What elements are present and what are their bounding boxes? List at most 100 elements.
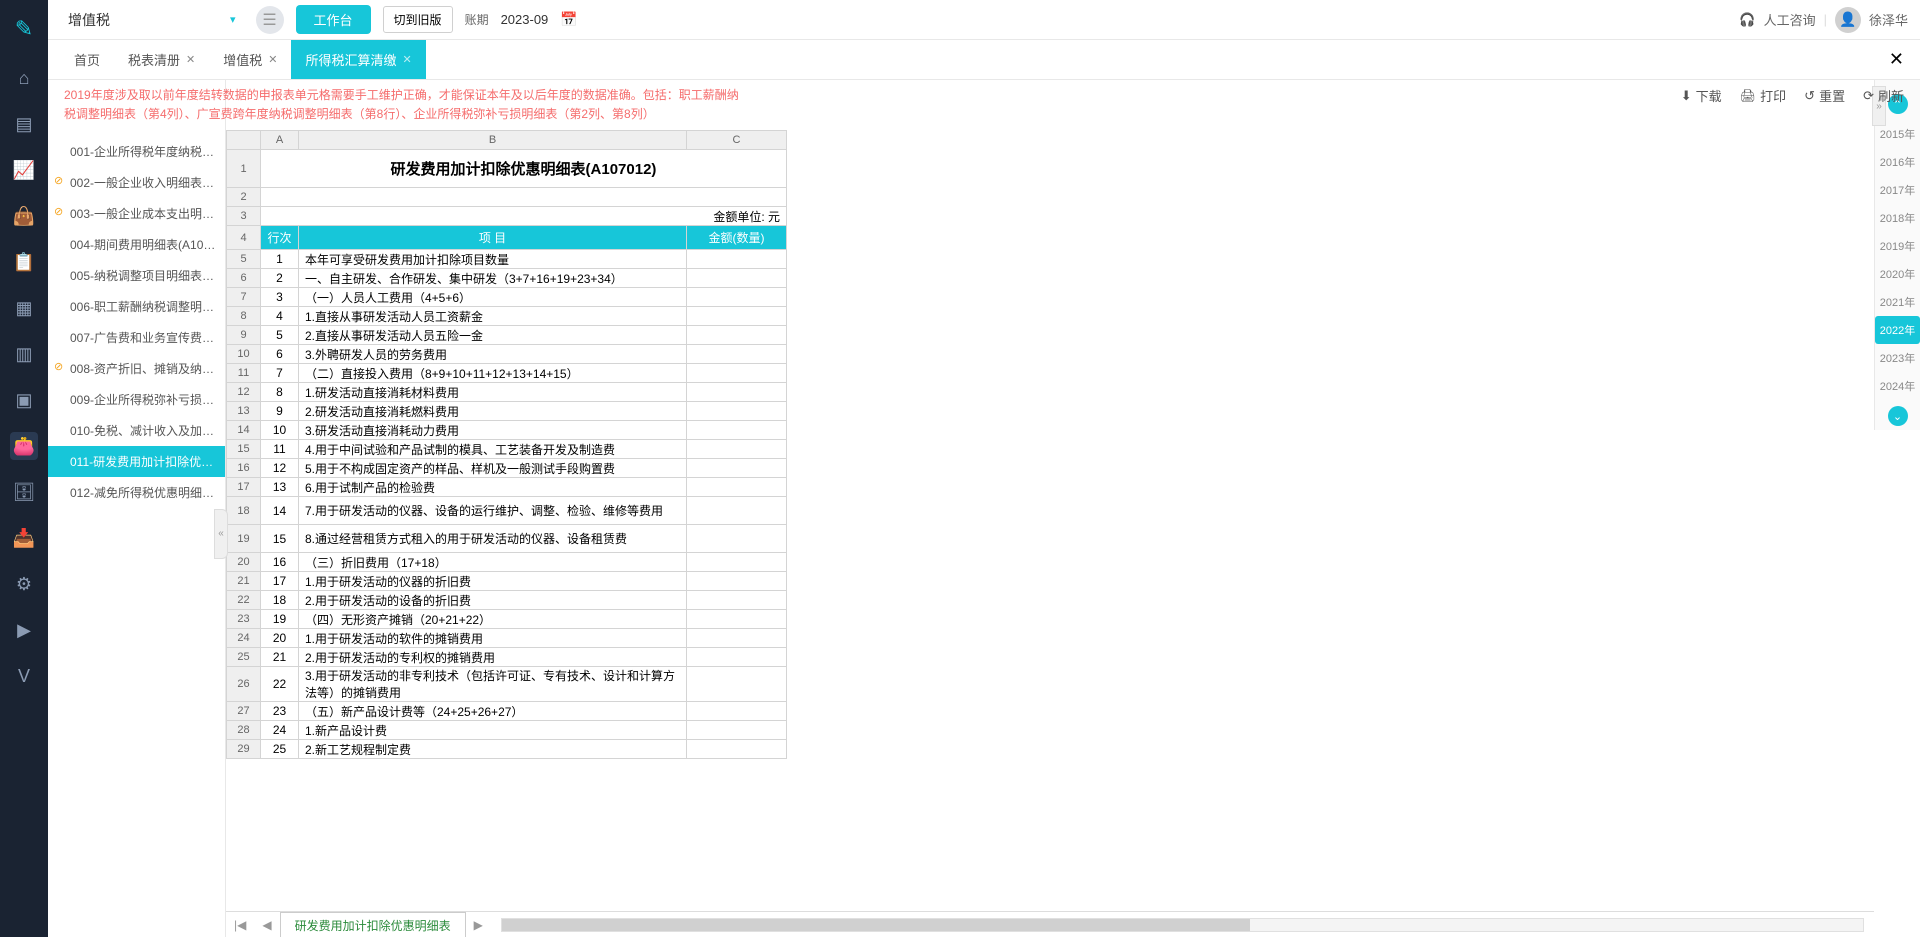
amount-cell[interactable] bbox=[687, 364, 787, 383]
username[interactable]: 徐泽华 bbox=[1869, 10, 1908, 29]
row-num: 15 bbox=[261, 525, 299, 553]
nav-calendar-icon[interactable]: ▣ bbox=[10, 386, 38, 414]
workbench-button[interactable]: 工作台 bbox=[296, 5, 371, 34]
row-item: 2.直接从事研发活动人员五险一金 bbox=[299, 326, 687, 345]
sheet-prev-icon[interactable]: ◀ bbox=[254, 918, 279, 932]
amount-cell[interactable] bbox=[687, 740, 787, 759]
nav-chart-icon[interactable]: 📈 bbox=[10, 156, 38, 184]
reset-button[interactable]: ↺重置 bbox=[1804, 86, 1845, 105]
tax-type-select[interactable]: 增值税 ▾ bbox=[60, 6, 244, 34]
amount-cell[interactable] bbox=[687, 721, 787, 740]
nav-archive-icon[interactable]: 🗄 bbox=[10, 478, 38, 506]
amount-cell[interactable] bbox=[687, 702, 787, 721]
row-item: （四）无形资产摊销（20+21+22） bbox=[299, 610, 687, 629]
form-item-5[interactable]: 006-职工薪酬纳税调整明细... bbox=[48, 291, 225, 322]
nav-v-icon[interactable]: V bbox=[10, 662, 38, 690]
amount-cell[interactable] bbox=[687, 591, 787, 610]
form-item-11[interactable]: 012-减免所得税优惠明细表(... bbox=[48, 477, 225, 508]
sheet-next-icon[interactable]: ▶ bbox=[466, 918, 491, 932]
nav-doc-icon[interactable]: ▤ bbox=[10, 110, 38, 138]
nav-settings-icon[interactable]: ⚙ bbox=[10, 570, 38, 598]
menu-button[interactable]: ☰ bbox=[256, 6, 284, 34]
year-down-icon[interactable]: ⌄ bbox=[1888, 406, 1908, 426]
user-avatar[interactable]: 👤 bbox=[1835, 7, 1861, 33]
spreadsheet-grid[interactable]: ABC1研发费用加计扣除优惠明细表(A107012)23金额单位: 元4行次项 … bbox=[226, 130, 1874, 911]
col-amount: 金额(数量) bbox=[687, 226, 787, 250]
year-2021年[interactable]: 2021年 bbox=[1875, 288, 1920, 316]
year-2019年[interactable]: 2019年 bbox=[1875, 232, 1920, 260]
year-2018年[interactable]: 2018年 bbox=[1875, 204, 1920, 232]
amount-cell[interactable] bbox=[687, 610, 787, 629]
amount-cell[interactable] bbox=[687, 307, 787, 326]
amount-cell[interactable] bbox=[687, 250, 787, 269]
form-item-10[interactable]: 011-研发费用加计扣除优惠... bbox=[48, 446, 225, 477]
sheet-first-icon[interactable]: |◀ bbox=[226, 918, 254, 932]
year-2017年[interactable]: 2017年 bbox=[1875, 176, 1920, 204]
nav-clipboard-icon[interactable]: 📋 bbox=[10, 248, 38, 276]
nav-home-icon[interactable]: ⌂ bbox=[10, 64, 38, 92]
amount-cell[interactable] bbox=[687, 478, 787, 497]
year-2023年[interactable]: 2023年 bbox=[1875, 344, 1920, 372]
print-button[interactable]: 🖨打印 bbox=[1740, 86, 1787, 105]
tab-1[interactable]: 税表清册✕ bbox=[114, 40, 209, 79]
form-item-3[interactable]: 004-期间费用明细表(A1040... bbox=[48, 229, 225, 260]
amount-cell[interactable] bbox=[687, 269, 787, 288]
tab-2[interactable]: 增值税✕ bbox=[209, 40, 291, 79]
amount-cell[interactable] bbox=[687, 572, 787, 591]
nav-bag-icon[interactable]: 👜 bbox=[10, 202, 38, 230]
row-item: 本年可享受研发费用加计扣除项目数量 bbox=[299, 250, 687, 269]
form-item-4[interactable]: 005-纳税调整项目明细表(A1... bbox=[48, 260, 225, 291]
form-item-6[interactable]: 007-广告费和业务宣传费跨... bbox=[48, 322, 225, 353]
switch-old-button[interactable]: 切到旧版 bbox=[383, 6, 453, 33]
amount-cell[interactable] bbox=[687, 383, 787, 402]
tab-close-icon[interactable]: ✕ bbox=[268, 53, 277, 66]
tab-3[interactable]: 所得税汇算清缴✕ bbox=[291, 40, 425, 79]
nav-video-icon[interactable]: ▶ bbox=[10, 616, 38, 644]
refresh-button[interactable]: ⟳刷新 bbox=[1863, 86, 1904, 105]
amount-cell[interactable] bbox=[687, 440, 787, 459]
chevron-down-icon: ▾ bbox=[230, 13, 236, 26]
amount-cell[interactable] bbox=[687, 326, 787, 345]
amount-cell[interactable] bbox=[687, 421, 787, 440]
amount-cell[interactable] bbox=[687, 345, 787, 364]
unit-label: 金额单位: 元 bbox=[261, 207, 787, 226]
amount-cell[interactable] bbox=[687, 648, 787, 667]
form-item-0[interactable]: 001-企业所得税年度纳税申... bbox=[48, 136, 225, 167]
amount-cell[interactable] bbox=[687, 402, 787, 421]
form-item-1[interactable]: 002-一般企业收入明细表(A... bbox=[48, 167, 225, 198]
form-item-8[interactable]: 009-企业所得税弥补亏损明... bbox=[48, 384, 225, 415]
year-2020年[interactable]: 2020年 bbox=[1875, 260, 1920, 288]
close-all-tabs[interactable]: ✕ bbox=[1885, 45, 1908, 74]
calendar-icon[interactable]: 📅 bbox=[560, 11, 577, 28]
form-item-2[interactable]: 003-一般企业成本支出明细... bbox=[48, 198, 225, 229]
nav-inbox-icon[interactable]: 📥 bbox=[10, 524, 38, 552]
year-2024年[interactable]: 2024年 bbox=[1875, 372, 1920, 400]
amount-cell[interactable] bbox=[687, 553, 787, 572]
tab-0[interactable]: 首页 bbox=[60, 40, 114, 79]
horizontal-scrollbar[interactable] bbox=[501, 918, 1864, 932]
year-2016年[interactable]: 2016年 bbox=[1875, 148, 1920, 176]
amount-cell[interactable] bbox=[687, 629, 787, 648]
amount-cell[interactable] bbox=[687, 459, 787, 478]
row-item: （五）新产品设计费等（24+25+26+27） bbox=[299, 702, 687, 721]
period-value[interactable]: 2023-09 bbox=[501, 12, 549, 27]
nav-tax-icon[interactable]: 👛 bbox=[10, 432, 38, 460]
nav-form-icon[interactable]: ▦ bbox=[10, 294, 38, 322]
tab-close-icon[interactable]: ✕ bbox=[403, 53, 412, 66]
form-item-9[interactable]: 010-免税、减计收入及加计... bbox=[48, 415, 225, 446]
amount-cell[interactable] bbox=[687, 525, 787, 553]
row-num: 13 bbox=[261, 478, 299, 497]
tab-close-icon[interactable]: ✕ bbox=[186, 53, 195, 66]
row-num: 5 bbox=[261, 326, 299, 345]
top-bar: 增值税 ▾ ☰ 工作台 切到旧版 账期 2023-09 📅 🎧 人工咨询 | 👤… bbox=[48, 0, 1920, 40]
amount-cell[interactable] bbox=[687, 667, 787, 702]
amount-cell[interactable] bbox=[687, 497, 787, 525]
collapse-left-handle[interactable]: « bbox=[214, 509, 228, 559]
sheet-tab[interactable]: 研发费用加计扣除优惠明细表 bbox=[280, 912, 466, 937]
consult-link[interactable]: 人工咨询 bbox=[1764, 10, 1816, 29]
download-button[interactable]: ⬇下载 bbox=[1681, 86, 1722, 105]
nav-grid-icon[interactable]: ▥ bbox=[10, 340, 38, 368]
year-2022年[interactable]: 2022年 bbox=[1875, 316, 1920, 344]
form-item-7[interactable]: 008-资产折旧、摊销及纳税... bbox=[48, 353, 225, 384]
amount-cell[interactable] bbox=[687, 288, 787, 307]
